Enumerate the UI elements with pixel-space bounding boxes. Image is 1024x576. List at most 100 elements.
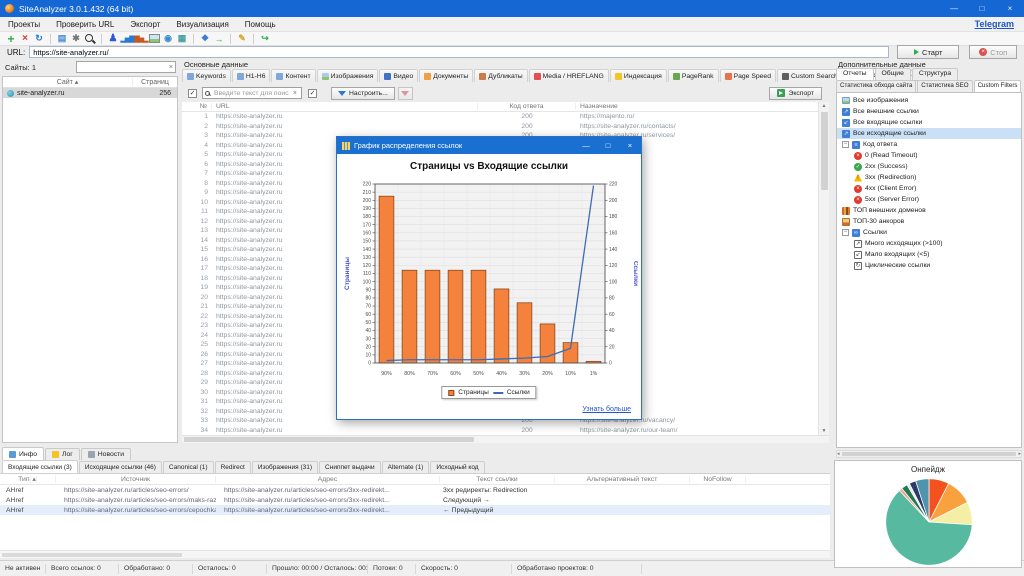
start-button[interactable]: Старт — [897, 45, 960, 59]
url-input[interactable] — [29, 46, 890, 58]
sites-search-input[interactable] — [77, 63, 169, 71]
settings-icon[interactable]: ✱ — [70, 33, 82, 45]
tree-item[interactable]: ТОП-30 анкоров — [837, 216, 1021, 227]
bottom-subtab[interactable]: Alternate (1) — [381, 461, 430, 473]
table-search-input[interactable] — [212, 88, 291, 98]
main-tab[interactable]: Media / HREFLANG — [528, 69, 609, 82]
table-row[interactable]: 2 https://site-analyzer.ru 200 https://s… — [182, 122, 818, 132]
main-table-vscrollbar[interactable]: ▲ ▼ — [818, 102, 829, 435]
clear-icon[interactable]: × — [293, 90, 299, 97]
search-checkbox[interactable]: ✓ — [188, 88, 197, 98]
tree-item[interactable]: Все изображения — [837, 95, 1021, 106]
filter-checkbox[interactable]: ✓ — [308, 88, 317, 98]
tree-item[interactable]: − ≡ Код ответа — [837, 139, 1021, 150]
col-address[interactable]: Адрес — [216, 475, 440, 483]
col-alt-text[interactable]: Альтернативный текст — [555, 475, 690, 483]
right-subtab[interactable]: Custom Filters — [973, 80, 1022, 92]
main-tab[interactable]: Документы — [419, 69, 474, 82]
configure-filter-button[interactable]: Настроить... — [331, 86, 395, 100]
tree-item[interactable]: − ∞ Ссылки — [837, 227, 1021, 238]
vscroll-thumb[interactable] — [820, 112, 828, 190]
col-source[interactable]: Источник — [56, 475, 216, 483]
link-row[interactable]: AHref https://site-analyzer.ru/articles/… — [0, 495, 830, 505]
bottom-subtab[interactable]: Redirect — [214, 461, 251, 473]
scroll-up-icon[interactable]: ▲ — [822, 102, 827, 110]
separator[interactable] — [230, 33, 231, 44]
tree-item[interactable]: ↗ Все исходящие ссылки — [837, 128, 1021, 139]
maximize-button[interactable]: □ — [968, 0, 996, 17]
web-icon[interactable]: ◉ — [162, 33, 174, 45]
menu-item[interactable]: Проекты — [0, 20, 48, 29]
col-url[interactable]: URL — [212, 103, 478, 110]
export-button[interactable]: Экспорт — [769, 86, 822, 100]
separator[interactable] — [101, 33, 102, 44]
links-hscroll-thumb[interactable] — [2, 552, 182, 557]
learn-more-link[interactable]: Узнать больше — [582, 406, 631, 413]
bottom-subtab[interactable]: Сниппет выдачи — [319, 461, 381, 473]
tree-item[interactable]: × 4xx (Client Error) — [837, 183, 1021, 194]
tree-item[interactable]: ↗ Все внешние ссылки — [837, 106, 1021, 117]
tree-item[interactable]: ✓ 2xx (Success) — [837, 161, 1021, 172]
stop-button[interactable]: × Стоп — [969, 45, 1018, 59]
bottom-tab[interactable]: Инфо — [2, 447, 45, 460]
bottom-subtab[interactable]: Исходящие ссылки (46) — [78, 461, 162, 473]
bar-chart-icon[interactable]: ▂▅▇ — [120, 33, 134, 45]
main-tab[interactable]: Индексация — [609, 69, 667, 82]
exit-icon[interactable]: ↪ — [259, 33, 271, 45]
col-nofollow[interactable]: NoFollow — [690, 475, 746, 483]
tree-item[interactable]: ↙ Все входящие ссылки — [837, 117, 1021, 128]
copy-icon[interactable]: ▤ — [56, 33, 68, 45]
dialog-minimize-button[interactable]: — — [575, 137, 597, 154]
main-tab[interactable]: Изображения — [316, 69, 379, 82]
main-table-hscrollbar[interactable] — [182, 435, 829, 443]
dashboard-icon[interactable]: ▦ — [176, 33, 188, 45]
separator[interactable] — [193, 33, 194, 44]
telegram-link[interactable]: Telegram — [975, 19, 1014, 29]
hscroll-thumb[interactable] — [184, 437, 474, 442]
separator[interactable] — [50, 33, 51, 44]
bottom-subtab[interactable]: Изображения (31) — [251, 461, 319, 473]
table-row[interactable]: 1 https://site-analyzer.ru 200 https://m… — [182, 112, 818, 122]
dialog-maximize-button[interactable]: □ — [597, 137, 619, 154]
table-row[interactable]: 34 https://site-analyzer.ru 200 https://… — [182, 426, 818, 436]
main-tab[interactable]: Page Speed — [719, 69, 776, 82]
col-destination[interactable]: Назначение — [576, 103, 818, 110]
bottom-subtab[interactable]: Входящие ссылки (3) — [2, 460, 78, 473]
sites-col-pages[interactable]: Страниц — [133, 79, 177, 86]
main-tab[interactable]: H1-H6 — [231, 69, 271, 82]
main-tab[interactable]: Keywords — [182, 69, 231, 82]
tree-hscroll-thumb[interactable] — [841, 452, 1017, 456]
tree-item[interactable]: ! 3xx (Redirection) — [837, 172, 1021, 183]
menu-item[interactable]: Помощь — [237, 20, 284, 29]
clean-icon[interactable]: ✎ — [236, 33, 248, 45]
main-tab[interactable]: PageRank — [667, 69, 719, 82]
separator[interactable] — [253, 33, 254, 44]
main-tab[interactable]: Видео — [379, 69, 419, 82]
tree-hscrollbar[interactable]: ◂ ▸ — [836, 450, 1022, 458]
tree-item[interactable]: ↻ Циклические ссылки — [837, 260, 1021, 271]
bottom-tab[interactable]: Новости — [80, 448, 132, 460]
menu-item[interactable]: Визуализация — [168, 20, 236, 29]
tree-item[interactable]: × 5xx (Server Error) — [837, 194, 1021, 205]
link-row[interactable]: AHref https://site-analyzer.ru/articles/… — [0, 505, 830, 515]
scroll-right-icon[interactable]: ▸ — [1018, 451, 1021, 457]
reset-filter-button[interactable] — [397, 86, 413, 100]
bottom-tab[interactable]: Лог — [45, 448, 80, 460]
right-tab[interactable]: Структура — [911, 68, 959, 80]
refresh-icon[interactable]: ↻ — [33, 33, 45, 45]
tree-item[interactable]: × 0 (Read Timeout) — [837, 150, 1021, 161]
close-button[interactable]: × — [996, 0, 1024, 17]
menu-item[interactable]: Проверить URL — [48, 20, 122, 29]
link-row[interactable]: AHref https://site-analyzer.ru/articles/… — [0, 485, 830, 495]
col-response-code[interactable]: Код ответа — [478, 103, 576, 110]
scroll-down-icon[interactable]: ▼ — [822, 427, 827, 435]
dialog-close-button[interactable]: × — [619, 137, 641, 154]
scroll-left-icon[interactable]: ◂ — [837, 451, 840, 457]
delete-project-icon[interactable]: × — [19, 33, 31, 45]
minimize-button[interactable]: — — [940, 0, 968, 17]
clear-icon[interactable]: × — [169, 64, 175, 71]
menu-item[interactable]: Экспорт — [122, 20, 168, 29]
tree-item[interactable]: ↗ Много исходящих (>100) — [837, 238, 1021, 249]
collapse-icon[interactable]: − — [842, 141, 849, 148]
links-table-hscrollbar[interactable] — [0, 550, 830, 558]
